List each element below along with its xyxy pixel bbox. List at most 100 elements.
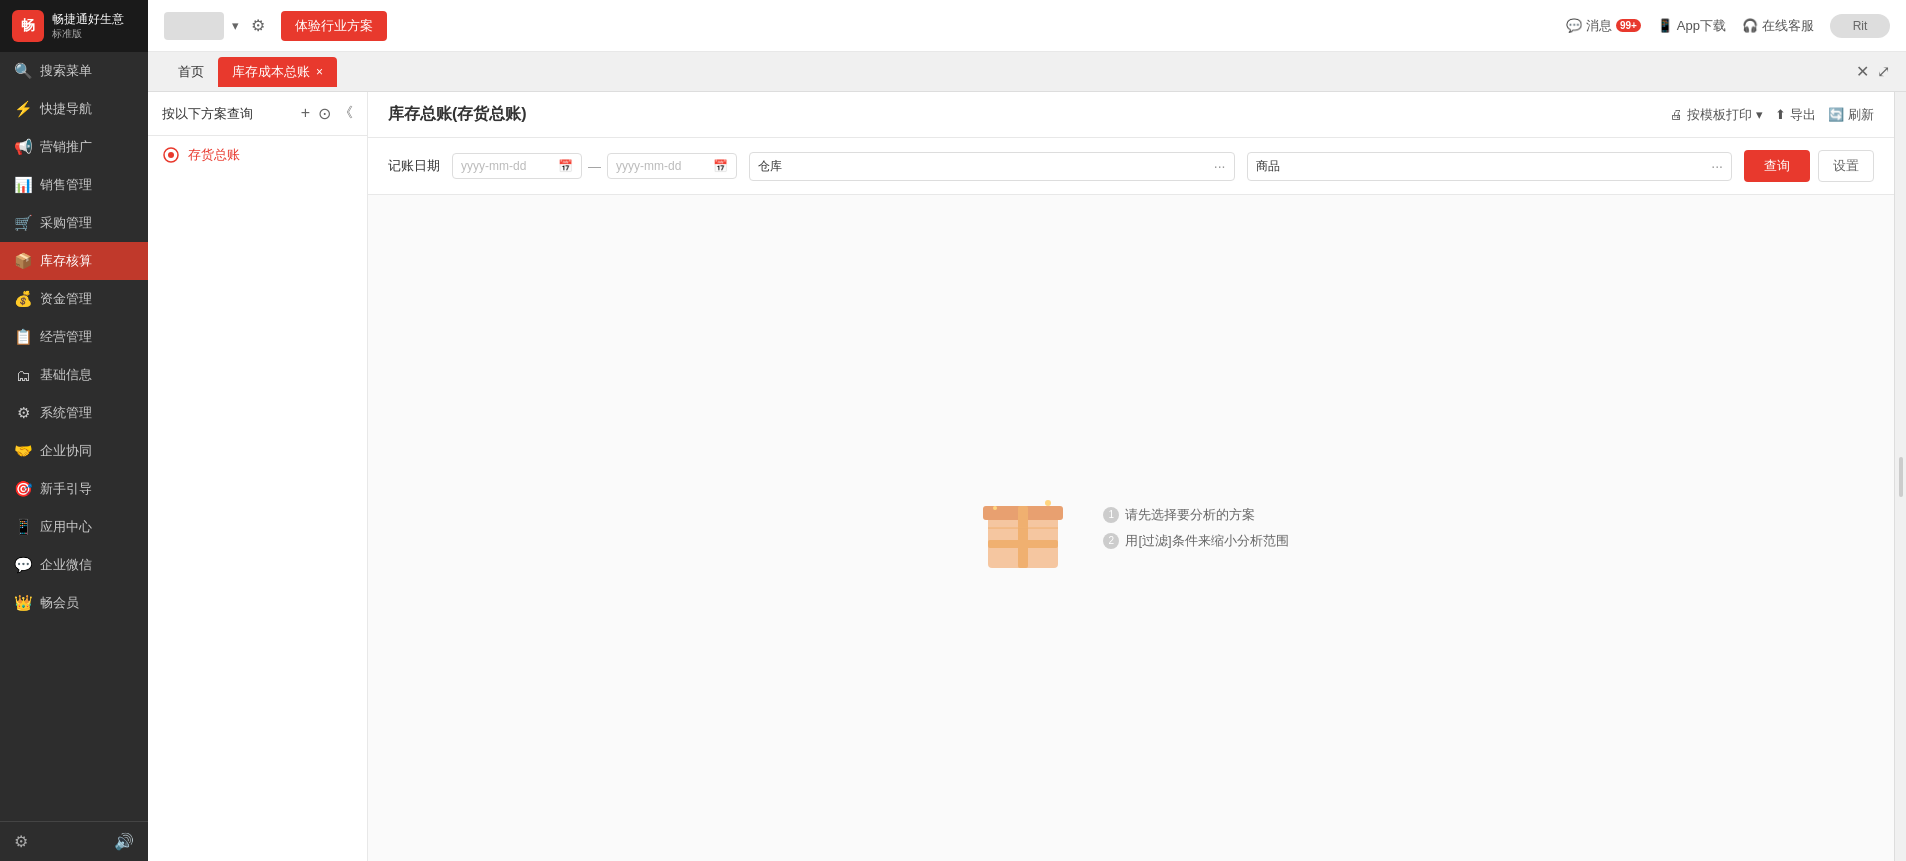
product-more-icon[interactable]: ··· [1711, 158, 1723, 174]
topbar: ▾ ⚙ 体验行业方案 💬 消息 99+ 📱 App下载 🎧 在线客服 Rit [148, 0, 1906, 52]
warehouse-select[interactable]: 仓库 ··· [749, 152, 1235, 181]
phone-icon: 📱 [1657, 18, 1673, 33]
sidebar-item-label: 企业协同 [40, 442, 92, 460]
sidebar-item-label: 企业微信 [40, 556, 92, 574]
logo-name: 畅捷通好生意 [52, 11, 124, 28]
settings-btn[interactable]: 设置 [1818, 150, 1874, 182]
sidebar-item-label: 基础信息 [40, 366, 92, 384]
filter-collapse-btn[interactable]: 《 [339, 104, 353, 123]
filter-add-btn[interactable]: + [301, 104, 310, 123]
handle-indicator [1899, 457, 1903, 497]
sidebar-item-newbie[interactable]: 🎯 新手引导 [0, 470, 148, 508]
chat-icon: 💬 [14, 556, 32, 574]
refresh-icon: 🔄 [1828, 107, 1844, 122]
export-icon: ⬆ [1775, 107, 1786, 122]
warehouse-more-icon[interactable]: ··· [1214, 158, 1226, 174]
folder-icon: 🗂 [14, 366, 32, 384]
message-btn[interactable]: 💬 消息 99+ [1566, 17, 1641, 35]
sidebar-item-label: 快捷导航 [40, 100, 92, 118]
audio-icon[interactable]: 🔊 [114, 832, 134, 851]
tabs-bar: 首页 库存成本总账 × ✕ ⤢ [148, 52, 1906, 92]
sidebar-item-marketing[interactable]: 📢 营销推广 [0, 128, 148, 166]
step-1-num: 1 [1103, 507, 1119, 523]
page-header: 库存总账(存货总账) 🖨 按模板打印 ▾ ⬆ 导出 🔄 刷新 [368, 92, 1894, 138]
svg-point-8 [993, 506, 997, 510]
panel-close-icon[interactable]: ✕ [1856, 62, 1869, 81]
print-btn[interactable]: 🖨 按模板打印 ▾ [1670, 106, 1763, 124]
user-dropdown-icon[interactable]: ▾ [232, 18, 239, 33]
industry-btn[interactable]: 体验行业方案 [281, 11, 387, 41]
warehouse-label: 仓库 [758, 158, 782, 175]
sidebar-item-label: 采购管理 [40, 214, 92, 232]
support-btn[interactable]: 🎧 在线客服 [1742, 17, 1814, 35]
product-select[interactable]: 商品 ··· [1247, 152, 1733, 181]
date-end-input[interactable]: yyyy-mm-dd 📅 [607, 153, 737, 179]
svg-point-7 [1045, 500, 1051, 506]
search-actions: 查询 设置 [1744, 150, 1874, 182]
search-icon: 🔍 [14, 62, 32, 80]
tab-inventory-ledger[interactable]: 库存成本总账 × [218, 57, 337, 87]
content-area: 按以下方案查询 + ⊙ 《 存货总账 [148, 92, 1906, 861]
empty-tip-2: 2 用[过滤]条件来缩小分析范围 [1103, 528, 1288, 554]
sidebar-item-label: 搜索菜单 [40, 62, 92, 80]
export-label: 导出 [1790, 106, 1816, 124]
date-end-placeholder: yyyy-mm-dd [616, 159, 681, 173]
handshake-icon: 🤝 [14, 442, 32, 460]
sidebar-item-appcenter[interactable]: 📱 应用中心 [0, 508, 148, 546]
app-download-btn[interactable]: 📱 App下载 [1657, 17, 1726, 35]
sidebar-item-operation[interactable]: 📋 经营管理 [0, 318, 148, 356]
sidebar-item-enterprise[interactable]: 🤝 企业协同 [0, 432, 148, 470]
filter-header-actions: + ⊙ 《 [301, 104, 353, 123]
sidebar-item-wechat[interactable]: 💬 企业微信 [0, 546, 148, 584]
page-header-actions: 🖨 按模板打印 ▾ ⬆ 导出 🔄 刷新 [1670, 106, 1874, 124]
page-title: 库存总账(存货总账) [388, 104, 527, 125]
topbar-left: ▾ ⚙ 体验行业方案 [164, 11, 1566, 41]
search-btn[interactable]: 查询 [1744, 150, 1810, 182]
cart-icon: 🛒 [14, 214, 32, 232]
tab-home[interactable]: 首页 [164, 57, 218, 87]
sidebar-item-finance[interactable]: 💰 资金管理 [0, 280, 148, 318]
main-content: 库存总账(存货总账) 🖨 按模板打印 ▾ ⬆ 导出 🔄 刷新 [368, 92, 1894, 861]
filter-item-inventory-ledger[interactable]: 存货总账 [148, 136, 367, 174]
sidebar-item-system[interactable]: ⚙ 系统管理 [0, 394, 148, 432]
search-bar: 记账日期 yyyy-mm-dd 📅 — yyyy-mm-dd 📅 仓库 ··· [368, 138, 1894, 195]
sidebar-nav: 🔍 搜索菜单 ⚡ 快捷导航 📢 营销推广 📊 销售管理 🛒 采购管理 📦 库存核… [0, 52, 148, 821]
sidebar-item-label: 经营管理 [40, 328, 92, 346]
export-btn[interactable]: ⬆ 导出 [1775, 106, 1816, 124]
sidebar-item-basic[interactable]: 🗂 基础信息 [0, 356, 148, 394]
print-label: 按模板打印 [1687, 106, 1752, 124]
filter-item-icon [162, 146, 180, 164]
logo-sub: 标准版 [52, 27, 124, 41]
calendar-icon: 📅 [558, 159, 573, 173]
sidebar-item-inventory[interactable]: 📦 库存核算 [0, 242, 148, 280]
gear-icon: ⚙ [14, 404, 32, 422]
user-badge[interactable]: Rit [1830, 14, 1890, 38]
sidebar-item-search[interactable]: 🔍 搜索菜单 [0, 52, 148, 90]
clipboard-icon: 📋 [14, 328, 32, 346]
settings-bottom-icon[interactable]: ⚙ [14, 832, 28, 851]
tab-close-icon[interactable]: × [316, 65, 323, 79]
calendar-end-icon: 📅 [713, 159, 728, 173]
topbar-settings-icon[interactable]: ⚙ [251, 16, 265, 35]
sidebar-item-label: 库存核算 [40, 252, 92, 270]
right-panel-handle[interactable] [1894, 92, 1906, 861]
sidebar-item-quicknav[interactable]: ⚡ 快捷导航 [0, 90, 148, 128]
crown-icon: 👑 [14, 594, 32, 612]
sidebar-item-label: 资金管理 [40, 290, 92, 308]
refresh-btn[interactable]: 🔄 刷新 [1828, 106, 1874, 124]
topbar-right: 💬 消息 99+ 📱 App下载 🎧 在线客服 Rit [1566, 14, 1890, 38]
filter-settings-btn[interactable]: ⊙ [318, 104, 331, 123]
empty-inner: 1 请先选择要分析的方案 2 用[过滤]条件来缩小分析范围 [973, 478, 1288, 578]
date-start-input[interactable]: yyyy-mm-dd 📅 [452, 153, 582, 179]
panel-expand-icon[interactable]: ⤢ [1877, 62, 1890, 81]
sidebar-item-member[interactable]: 👑 畅会员 [0, 584, 148, 622]
sidebar: 畅 畅捷通好生意 标准版 🔍 搜索菜单 ⚡ 快捷导航 📢 营销推广 📊 销售管理… [0, 0, 148, 861]
logo-icon: 畅 [12, 10, 44, 42]
sidebar-item-sales[interactable]: 📊 销售管理 [0, 166, 148, 204]
sidebar-item-purchase[interactable]: 🛒 采购管理 [0, 204, 148, 242]
sidebar-footer: ⚙ 🔊 [0, 821, 148, 861]
print-dropdown-icon[interactable]: ▾ [1756, 107, 1763, 122]
target-icon: 🎯 [14, 480, 32, 498]
empty-tip-2-text: 用[过滤]条件来缩小分析范围 [1125, 528, 1288, 554]
svg-point-1 [168, 152, 174, 158]
